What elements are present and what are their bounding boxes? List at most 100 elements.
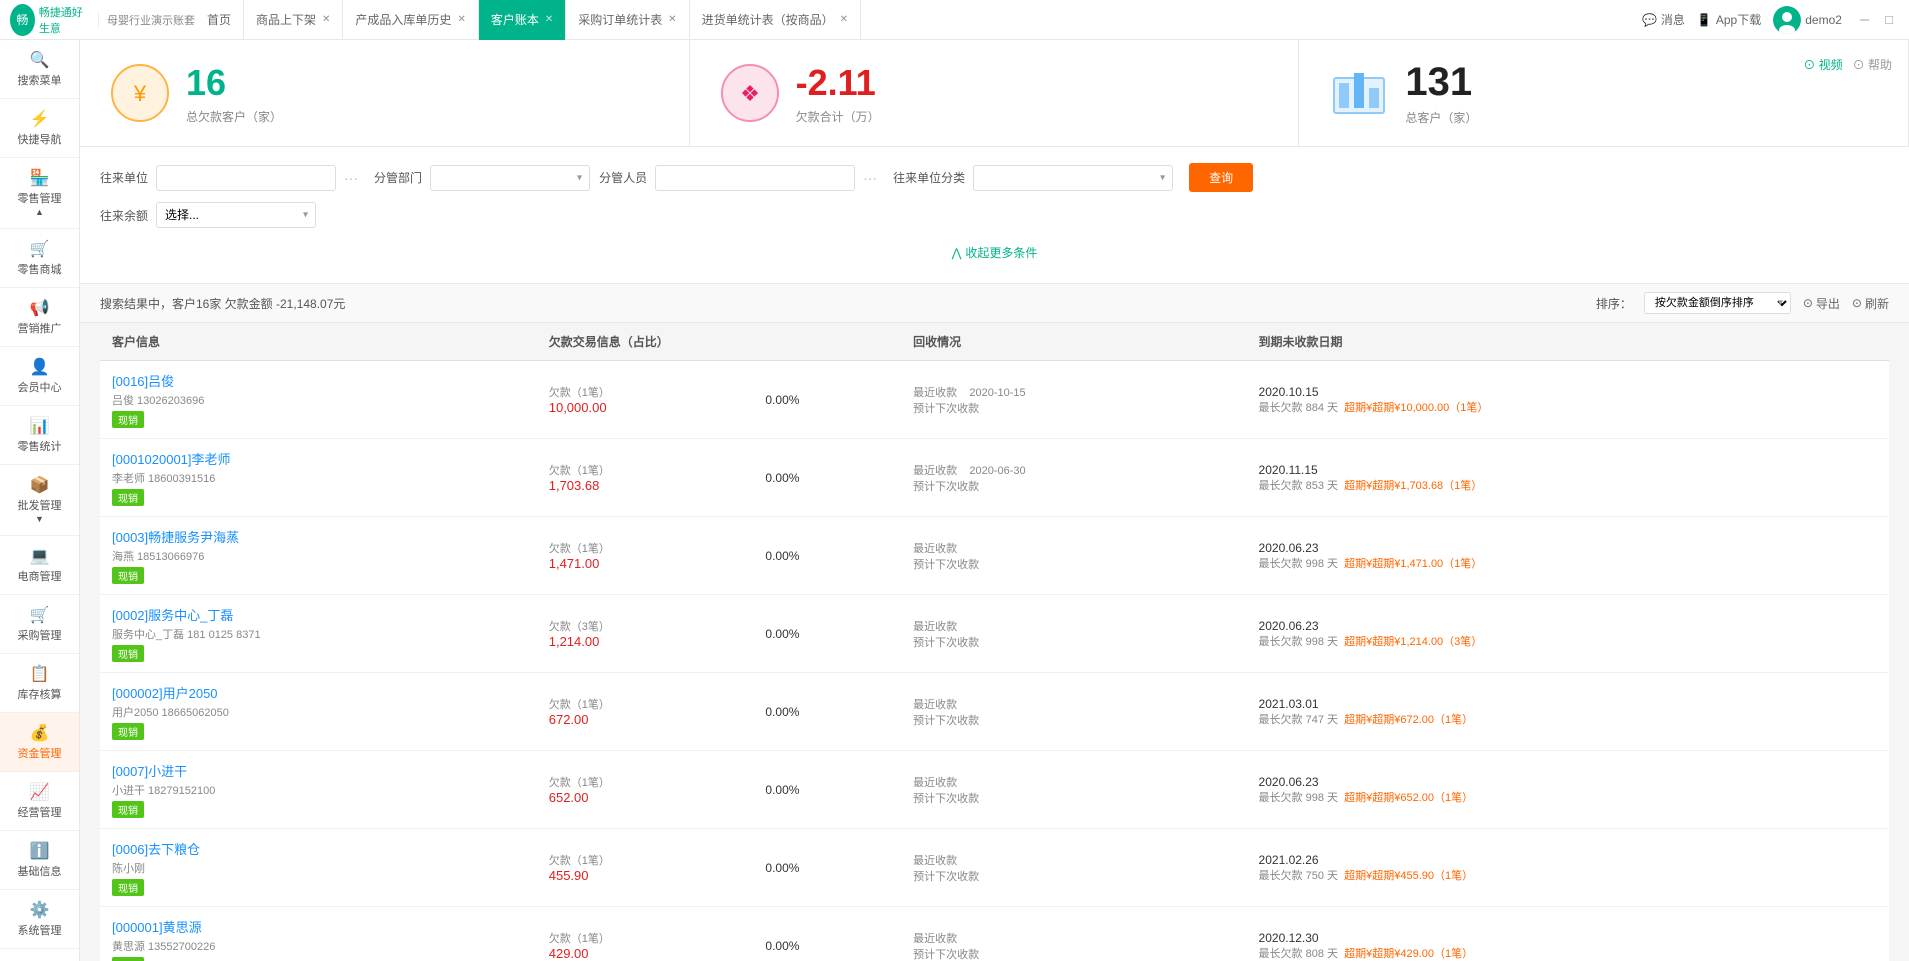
message-btn[interactable]: 💬 消息 [1642, 11, 1685, 28]
debt-percentage: 0.00% [765, 471, 889, 485]
collapse-button[interactable]: ⋀ 收起更多条件 [100, 238, 1889, 267]
from-unit-dots[interactable]: ··· [344, 170, 358, 186]
sidebar-item-ecommerce[interactable]: 💻 电商管理 [0, 536, 79, 595]
table-header-row: 客户信息 欠款交易信息（占比） 回收情况 到期未收款日期 [100, 323, 1889, 361]
sidebar-item-retail-mall[interactable]: 🛒 零售商城 [0, 229, 79, 288]
collection-cell: 最近收款 预计下次收款 [901, 517, 1246, 595]
video-link[interactable]: ⊙ 视频 [1803, 56, 1842, 73]
sidebar-item-search[interactable]: 🔍 搜索菜单 [0, 40, 79, 99]
tab-home[interactable]: 首页 [195, 0, 244, 40]
overdue-link[interactable]: 超期¥超期¥672.00（1笔） [1344, 714, 1473, 726]
person-dots[interactable]: ··· [863, 170, 877, 186]
sort-select[interactable]: 按欠款金额倒序排序 [1644, 292, 1791, 314]
customer-name-link[interactable]: [0003]畅捷服务尹海蒸 [112, 527, 525, 546]
overdue-link[interactable]: 超期¥超期¥652.00（1笔） [1344, 792, 1473, 804]
export-button[interactable]: ⊙ 导出 [1803, 295, 1840, 312]
sidebar-item-member[interactable]: 👤 会员中心 [0, 347, 79, 406]
stat-debtors-info: 16 总欠款客户（家） [186, 62, 282, 125]
sidebar-item-basic-info[interactable]: ℹ️ 基础信息 [0, 831, 79, 890]
customer-name-link[interactable]: [0002]服务中心_丁磊 [112, 605, 525, 624]
due-date: 2020.06.23 [1259, 775, 1877, 789]
query-button[interactable]: 查询 [1189, 163, 1253, 192]
tab-purchase-order[interactable]: 采购订单统计表 ✕ [566, 0, 689, 40]
person-input[interactable] [655, 165, 855, 191]
customer-name-link[interactable]: [000002]用户2050 [112, 683, 525, 702]
close-tab-product-shelf[interactable]: ✕ [322, 14, 330, 25]
collection-cell: 最近收款 预计下次收款 [901, 673, 1246, 751]
col-header-customer: 客户信息 [100, 323, 537, 361]
maximize-btn[interactable]: □ [1879, 12, 1899, 27]
sidebar-item-biz[interactable]: 📈 经营管理 [0, 772, 79, 831]
tab-product-history[interactable]: 产成品入库单历史 ✕ [343, 0, 478, 40]
collection-cell: 最近收款 预计下次收款 [901, 595, 1246, 673]
table-row: [0007]小进干 小进干 18279152100 现销 欠款（1笔） 652.… [100, 751, 1889, 829]
tab-customer-account[interactable]: 客户账本 ✕ [479, 0, 566, 40]
last-collect-label: 最近收款 [913, 696, 979, 712]
due-date-cell: 2020.11.15 最长欠款 853 天 超期¥超期¥1,703.68（1笔） [1247, 439, 1889, 517]
unit-category-select-wrapper [973, 165, 1173, 191]
overdue-link[interactable]: 超期¥超期¥1,471.00（1笔） [1344, 558, 1482, 570]
overdue-link[interactable]: 超期¥超期¥455.90（1笔） [1344, 870, 1473, 882]
overdue-link[interactable]: 超期¥超期¥1,214.00（3笔） [1344, 636, 1482, 648]
last-collect-label: 最近收款 2020-06-30 [913, 462, 1026, 478]
dept-select[interactable] [430, 165, 590, 191]
debt-desc: 欠款（1笔） [549, 852, 742, 868]
overdue-link[interactable]: 超期¥超期¥429.00（1笔） [1344, 948, 1473, 960]
customer-name-link[interactable]: [000001]黄思源 [112, 917, 525, 936]
total-customers-value: 131 [1405, 60, 1477, 105]
store-icon: 🏪 [4, 168, 75, 188]
tab-product-shelf[interactable]: 商品上下架 ✕ [244, 0, 343, 40]
overdue-link[interactable]: 超期¥超期¥1,703.68（1笔） [1344, 480, 1482, 492]
overdue-link[interactable]: 超期¥超期¥10,000.00（1笔） [1344, 402, 1488, 414]
sidebar-item-capital[interactable]: 💰 资金管理 [0, 713, 79, 772]
avatar [1773, 6, 1801, 34]
sidebar-item-enterprise[interactable]: 🤝 企业协同 [0, 949, 79, 961]
debt-percentage: 0.00% [765, 627, 889, 641]
sidebar-item-retail-stat[interactable]: 📊 零售统计 [0, 406, 79, 465]
sidebar-item-marketing[interactable]: 📢 营销推广 [0, 288, 79, 347]
debt-desc: 欠款（3笔） [549, 618, 742, 634]
app-download-btn[interactable]: 📱 App下载 [1697, 11, 1761, 28]
debt-pct-cell: 0.00% [753, 361, 901, 439]
balance-select[interactable]: 选择... [156, 202, 316, 228]
sidebar: 🔍 搜索菜单 ⚡ 快捷导航 🏪 零售管理 ▲ 🛒 零售商城 📢 营销推广 👤 会… [0, 40, 80, 961]
stat-total-customers-info: 131 总客户（家） [1405, 60, 1477, 126]
filter-area: 往来单位 ··· 分管部门 ▾ 分管人员 [80, 147, 1909, 284]
close-tab-customer-account[interactable]: ✕ [545, 14, 553, 25]
customer-name-link[interactable]: [0007]小进干 [112, 761, 525, 780]
sidebar-item-inventory[interactable]: 📋 库存核算 [0, 654, 79, 713]
refresh-icon: ⊙ [1852, 296, 1862, 310]
customer-name-link[interactable]: [0006]去下粮仓 [112, 839, 525, 858]
due-date-cell: 2020.06.23 最长欠款 998 天 超期¥超期¥1,214.00（3笔） [1247, 595, 1889, 673]
sidebar-item-batch-mgmt[interactable]: 📦 批发管理 ▼ [0, 465, 79, 536]
help-link[interactable]: ⊙ 帮助 [1853, 56, 1892, 73]
customer-contact: 用户2050 18665062050 [112, 704, 525, 720]
close-tab-instock-stat[interactable]: ✕ [840, 14, 848, 25]
from-unit-input[interactable] [156, 165, 336, 191]
stat-total-debt-info: -2.11 欠款合计（万） [796, 62, 880, 125]
close-tab-product-history[interactable]: ✕ [457, 14, 465, 25]
sidebar-item-purchase[interactable]: 🛒 采购管理 [0, 595, 79, 654]
customer-info-cell: [0002]服务中心_丁磊 服务中心_丁磊 181 0125 8371 现销 [100, 595, 537, 673]
unit-category-select[interactable] [973, 165, 1173, 191]
sidebar-item-retail-mgmt[interactable]: 🏪 零售管理 ▲ [0, 158, 79, 229]
customer-name-link[interactable]: [0001020001]李老师 [112, 449, 525, 468]
refresh-button[interactable]: ⊙ 刷新 [1852, 295, 1889, 312]
close-tab-purchase-order[interactable]: ✕ [668, 14, 676, 25]
export-icon: ⊙ [1803, 296, 1813, 310]
debt-amount: 455.90 [549, 868, 742, 883]
debt-info-cell: 欠款（1笔） 10,000.00 [537, 361, 754, 439]
sidebar-item-quick-nav[interactable]: ⚡ 快捷导航 [0, 99, 79, 158]
debt-info-cell: 欠款（1笔） 672.00 [537, 673, 754, 751]
dept-select-wrapper [430, 165, 590, 191]
tab-instock-stat[interactable]: 进货单统计表（按商品） ✕ [690, 0, 861, 40]
user-menu[interactable]: demo2 [1773, 6, 1842, 34]
customer-name-link[interactable]: [0016]吕俊 [112, 371, 525, 390]
max-overdue: 最长欠款 853 天 超期¥超期¥1,703.68（1笔） [1259, 477, 1877, 493]
sidebar-item-system[interactable]: ⚙️ 系统管理 [0, 890, 79, 949]
search-icon: 🔍 [4, 50, 75, 70]
debt-amount: 1,471.00 [549, 556, 742, 571]
minimize-btn[interactable]: ─ [1854, 12, 1875, 27]
info-icon: ℹ️ [4, 841, 75, 861]
window-controls: ─ □ [1854, 12, 1899, 27]
